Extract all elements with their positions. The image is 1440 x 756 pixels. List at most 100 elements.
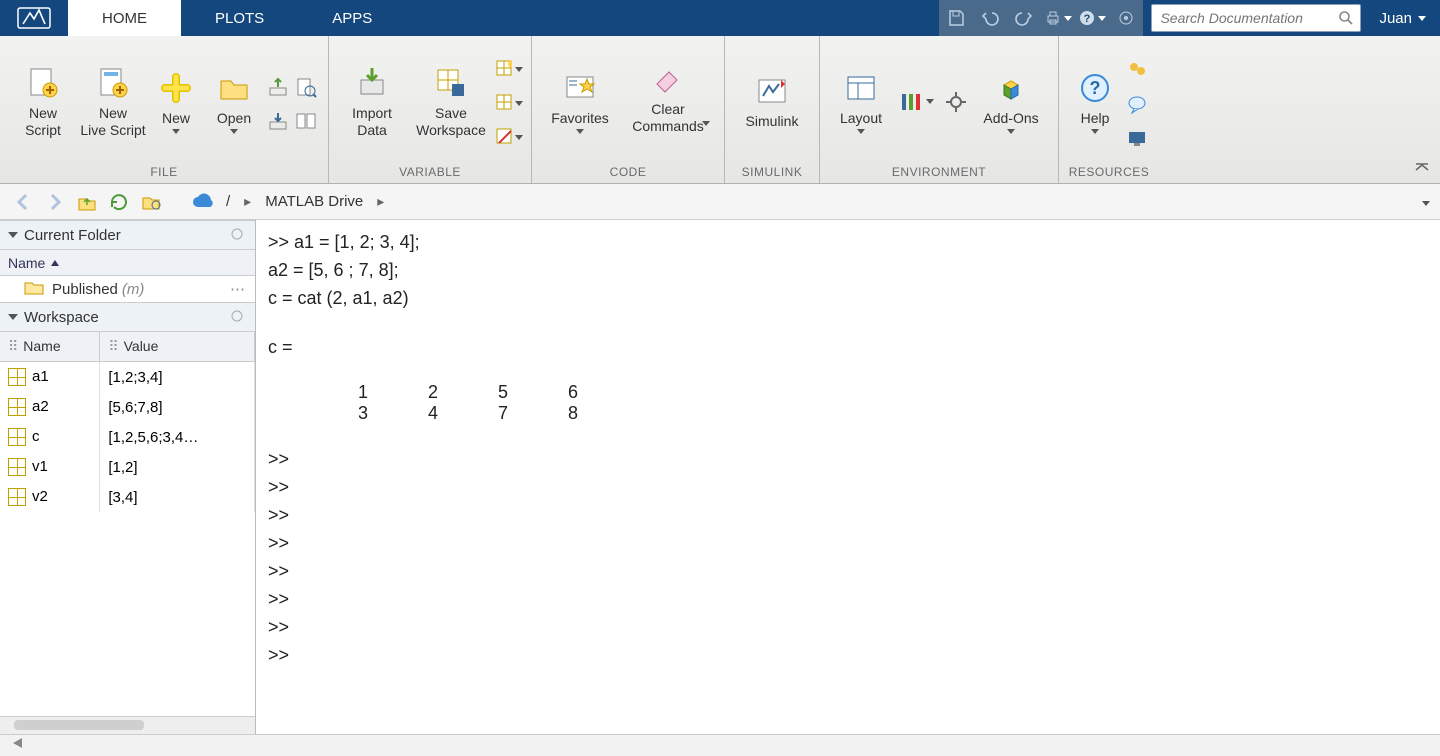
workspace-row[interactable]: v2[3,4] <box>0 482 255 512</box>
workspace-header[interactable]: Workspace <box>0 302 255 332</box>
matlab-logo <box>0 0 68 36</box>
path-dropdown-icon[interactable] <box>1422 193 1430 211</box>
refresh-icon[interactable] <box>106 189 132 215</box>
eraser-icon <box>650 61 686 97</box>
undo-icon[interactable] <box>973 0 1007 36</box>
compare-icon[interactable] <box>292 107 320 135</box>
chevron-right-icon: ▸ <box>373 193 388 210</box>
folder-icon <box>24 280 46 298</box>
tab-apps[interactable]: APPS <box>298 0 406 36</box>
help-icon[interactable]: ? <box>1075 0 1109 36</box>
collapse-icon <box>8 232 18 238</box>
collapse-icon <box>8 314 18 320</box>
chevron-right-icon: ▸ <box>240 193 255 210</box>
community-icon[interactable] <box>1123 56 1151 84</box>
minimize-toolstrip-icon[interactable] <box>1412 159 1432 177</box>
folder-open-icon <box>216 70 252 106</box>
save-workspace-button[interactable]: Save Workspace <box>407 61 495 143</box>
layout-button[interactable]: Layout <box>828 66 894 138</box>
toolstrip-group-variable: Import Data Save Workspace VARIABLE <box>329 36 532 183</box>
variable-icon <box>8 368 26 386</box>
new-live-script-icon <box>95 65 131 101</box>
workspace-row[interactable]: a1[1,2;3,4] <box>0 362 255 393</box>
addons-button[interactable]: Add-Ons <box>972 66 1050 138</box>
sort-asc-icon <box>51 260 59 266</box>
favorites-button[interactable]: Favorites <box>540 66 620 138</box>
status-bar <box>0 734 1440 756</box>
panel-options-icon[interactable] <box>229 308 247 326</box>
search-input[interactable] <box>1151 4 1361 32</box>
variable-icon <box>8 398 26 416</box>
import-data-button[interactable]: Import Data <box>337 61 407 143</box>
folder-name-header[interactable]: Name <box>0 250 255 276</box>
variable-icon <box>8 428 26 446</box>
upload-icon[interactable] <box>264 73 292 101</box>
open-menu-button[interactable]: Open <box>204 66 264 138</box>
addons-icon <box>993 70 1029 106</box>
workspace-row[interactable]: a2[5,6;7,8] <box>0 392 255 422</box>
back-icon[interactable] <box>10 189 36 215</box>
gear-icon[interactable] <box>940 88 972 116</box>
toolstrip-group-code: Favorites Clear Commands CODE <box>532 36 725 183</box>
user-menu[interactable]: Juan <box>1365 0 1440 36</box>
up-folder-icon[interactable] <box>74 189 100 215</box>
redo-icon[interactable] <box>1007 0 1041 36</box>
new-menu-button[interactable]: New <box>148 66 204 138</box>
simulink-button[interactable]: Simulink <box>733 69 811 134</box>
clear-commands-button[interactable]: Clear Commands <box>620 57 716 146</box>
learn-icon[interactable] <box>1123 124 1151 152</box>
command-window[interactable]: >> a1 = [1, 2; 3, 4];a2 = [5, 6 ; 7, 8];… <box>256 220 1440 734</box>
address-bar: / ▸ MATLAB Drive ▸ <box>0 184 1440 220</box>
horizontal-scrollbar[interactable] <box>0 716 255 734</box>
workspace-table: ⠿Name ⠿Value a1[1,2;3,4]a2[5,6;7,8]c[1,2… <box>0 332 255 512</box>
current-folder-header[interactable]: Current Folder <box>0 220 255 250</box>
new-variable-icon[interactable] <box>495 56 523 84</box>
new-script-icon <box>25 65 61 101</box>
favorites-icon <box>562 70 598 106</box>
help-button[interactable]: ? Help <box>1067 66 1123 138</box>
clear-workspace-icon[interactable] <box>495 124 523 152</box>
import-icon <box>354 65 390 101</box>
preferences-icon[interactable] <box>894 88 940 116</box>
title-bar: HOME PLOTS APPS ? Juan <box>0 0 1440 36</box>
save-icon[interactable] <box>939 0 973 36</box>
search-documentation <box>1143 0 1365 36</box>
panel-options-icon[interactable] <box>229 226 247 244</box>
layout-icon <box>843 70 879 106</box>
toolstrip-group-file: New Script New Live Script New Open <box>0 36 329 183</box>
workspace-row[interactable]: v1[1,2] <box>0 452 255 482</box>
simulink-icon <box>754 73 790 109</box>
toolstrip: New Script New Live Script New Open <box>0 36 1440 184</box>
print-icon[interactable] <box>1041 0 1075 36</box>
request-support-icon[interactable] <box>1123 90 1151 118</box>
find-files-icon[interactable] <box>292 73 320 101</box>
folder-item-published[interactable]: Published (m) ⋯ <box>0 276 255 302</box>
tab-plots[interactable]: PLOTS <box>181 0 298 36</box>
cloud-icon[interactable] <box>190 189 216 215</box>
target-icon[interactable] <box>1109 0 1143 36</box>
plus-icon <box>158 70 194 106</box>
download-icon[interactable] <box>264 107 292 135</box>
col-name[interactable]: ⠿Name <box>0 332 100 362</box>
tab-home[interactable]: HOME <box>68 0 181 36</box>
open-variable-icon[interactable] <box>495 90 523 118</box>
variable-icon <box>8 458 26 476</box>
quick-access-toolbar: ? <box>939 0 1143 36</box>
svg-text:?: ? <box>1090 78 1101 98</box>
save-workspace-icon <box>433 65 469 101</box>
svg-text:?: ? <box>1084 13 1091 25</box>
toolstrip-group-environment: Layout Add-Ons ENVIRONMENT <box>820 36 1059 183</box>
rewind-icon[interactable] <box>8 736 26 755</box>
path-root[interactable]: / <box>222 193 234 210</box>
path-drive[interactable]: MATLAB Drive <box>261 193 367 210</box>
user-name-label: Juan <box>1379 10 1412 27</box>
browse-folder-icon[interactable] <box>138 189 164 215</box>
new-script-button[interactable]: New Script <box>8 61 78 143</box>
forward-icon[interactable] <box>42 189 68 215</box>
new-live-script-button[interactable]: New Live Script <box>78 61 148 143</box>
workspace-row[interactable]: c[1,2,5,6;3,4… <box>0 422 255 452</box>
toolstrip-group-resources: ? Help RESOURCES <box>1059 36 1159 183</box>
toolstrip-group-simulink: Simulink SIMULINK <box>725 36 820 183</box>
search-icon[interactable] <box>1335 7 1357 29</box>
col-value[interactable]: ⠿Value <box>100 332 255 362</box>
